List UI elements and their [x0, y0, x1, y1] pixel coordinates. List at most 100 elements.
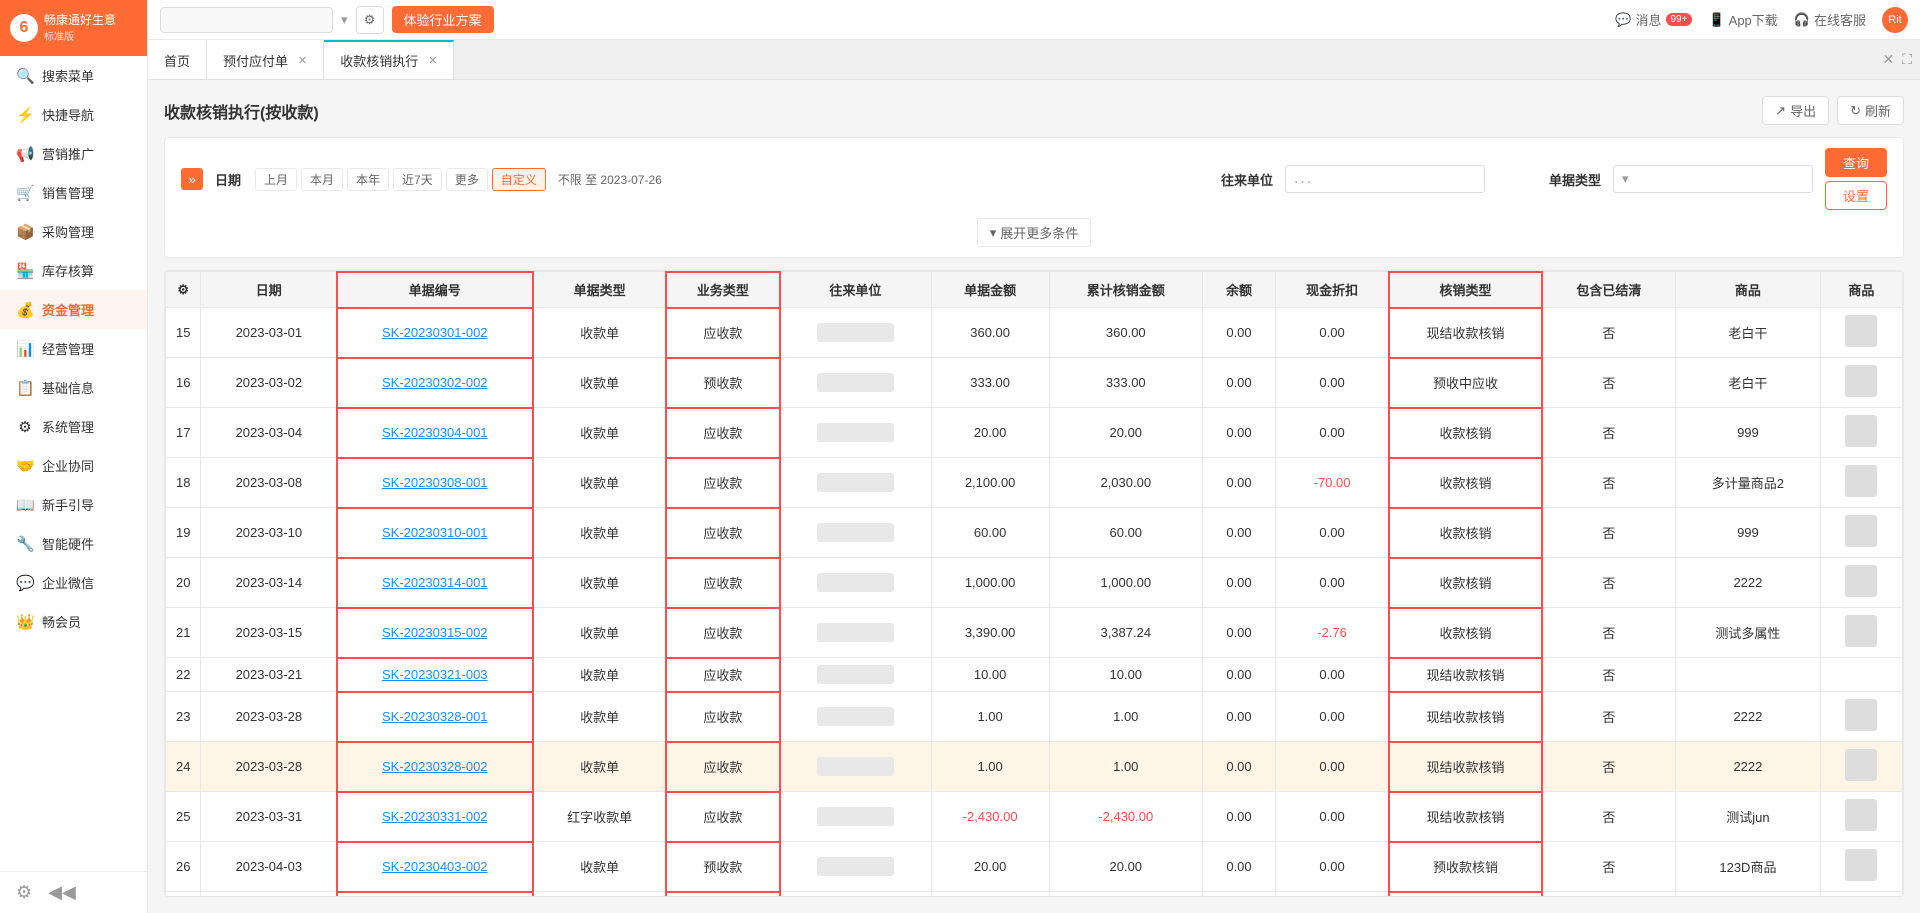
sidebar-item-14[interactable]: 👑畅会员 [0, 602, 147, 641]
product-thumbnail [1845, 615, 1877, 647]
cell-included: 否 [1542, 608, 1675, 658]
cell-biz-type: 应收款 [666, 308, 779, 358]
cell-amount: 10.00 [931, 658, 1049, 692]
sidebar-icon-1: ⚡ [16, 106, 34, 124]
bill-no-link[interactable]: SK-20230331-002 [382, 809, 488, 824]
settings-button[interactable]: 设置 [1825, 181, 1887, 210]
cell-bill-type: 收款单 [533, 658, 666, 692]
cell-balance: 0.00 [1203, 692, 1276, 742]
cell-included: 否 [1542, 508, 1675, 558]
headset-icon: 🎧 [1794, 12, 1810, 28]
cell-amount: 20.00 [931, 842, 1049, 892]
cell-product: 老白干 [1676, 358, 1821, 408]
date-btn-custom[interactable]: 自定义 [492, 168, 546, 191]
sidebar-item-12[interactable]: 🔧智能硬件 [0, 524, 147, 563]
sidebar-item-6[interactable]: 💰资金管理 [0, 290, 147, 329]
bill-no-link[interactable]: SK-20230302-002 [382, 375, 488, 390]
user-avatar[interactable]: Rit [1882, 7, 1908, 33]
tab-collection[interactable]: 收款核销执行 ✕ [324, 40, 454, 79]
settings-icon[interactable]: ⚙ [16, 882, 32, 903]
product-thumbnail [1845, 415, 1877, 447]
cell-bill-type: 收款单 [533, 558, 666, 608]
sidebar-item-8[interactable]: 📋基础信息 [0, 368, 147, 407]
tab-prepayment-close[interactable]: ✕ [298, 54, 307, 67]
bill-no-link[interactable]: SK-20230321-003 [382, 667, 488, 682]
cell-bill-no: SK-20230304-001 [337, 408, 533, 458]
tab-close-all[interactable]: ✕ [1882, 51, 1894, 68]
sidebar-item-4[interactable]: 📦采购管理 [0, 212, 147, 251]
date-btn-7days[interactable]: 近7天 [393, 168, 442, 191]
date-label: 日期 [215, 170, 243, 189]
collapse-icon[interactable]: ◀◀ [48, 882, 76, 903]
sidebar-item-0[interactable]: 🔍搜索菜单 [0, 56, 147, 95]
query-button[interactable]: 查询 [1825, 148, 1887, 177]
cell-bill-no: SK-20230321-003 [337, 658, 533, 692]
expand-more-btn[interactable]: ▾ 展开更多条件 [977, 218, 1092, 247]
cell-partner: ████ [780, 742, 932, 792]
gear-button[interactable]: ⚙ [356, 6, 384, 34]
bill-no-link[interactable]: SK-20230310-001 [382, 525, 488, 540]
export-button[interactable]: ↗ 导出 [1762, 96, 1829, 125]
partner-select[interactable]: ... [1285, 165, 1485, 193]
date-btn-this-year[interactable]: 本年 [347, 168, 389, 191]
sidebar-item-7[interactable]: 📊经营管理 [0, 329, 147, 368]
sidebar-item-1[interactable]: ⚡快捷导航 [0, 95, 147, 134]
bill-no-link[interactable]: SK-20230314-001 [382, 575, 488, 590]
bill-no-link[interactable]: SK-20230328-002 [382, 759, 488, 774]
message-icon: 💬 [1615, 12, 1631, 28]
sidebar-logo: 6 畅康通好生意 标准版 [0, 0, 147, 56]
cell-product: 测试jun [1676, 792, 1821, 842]
bill-type-select[interactable]: ▾ [1613, 165, 1813, 193]
industry-btn[interactable]: 体验行业方案 [392, 6, 494, 33]
filter-toggle-btn[interactable]: » [181, 168, 203, 190]
online-service-item[interactable]: 🎧 在线客服 [1794, 10, 1866, 29]
sidebar-label-12: 智能硬件 [42, 534, 94, 553]
bill-no-link[interactable]: SK-20230403-002 [382, 859, 488, 874]
bill-no-link[interactable]: SK-20230315-002 [382, 625, 488, 640]
cell-product [1676, 658, 1821, 692]
messages-item[interactable]: 💬 消息 99+ [1615, 10, 1692, 29]
table-row: 18 2023-03-08 SK-20230308-001 收款单 应收款 ██… [166, 458, 1903, 508]
sidebar-item-10[interactable]: 🤝企业协同 [0, 446, 147, 485]
sidebar-item-2[interactable]: 📢营销推广 [0, 134, 147, 173]
cell-balance: 0.00 [1203, 558, 1276, 608]
breadcrumb-input[interactable] [160, 7, 333, 33]
cell-bill-type: 收款单 [533, 508, 666, 558]
cell-balance: 0.00 [1203, 308, 1276, 358]
sidebar-item-5[interactable]: 🏪库存核算 [0, 251, 147, 290]
bill-no-link[interactable]: SK-20230304-001 [382, 425, 488, 440]
bill-no-link[interactable]: SK-20230301-002 [382, 325, 488, 340]
tab-expand[interactable]: ⛶ [1902, 51, 1912, 68]
sidebar-item-9[interactable]: ⚙系统管理 [0, 407, 147, 446]
sidebar-item-13[interactable]: 💬企业微信 [0, 563, 147, 602]
app-download-item[interactable]: 📱 App下载 [1708, 10, 1777, 29]
refresh-button[interactable]: ↻ 刷新 [1837, 96, 1904, 125]
tab-prepayment[interactable]: 预付应付单 ✕ [207, 40, 324, 79]
tab-collection-close[interactable]: ✕ [428, 54, 437, 67]
sidebar-item-11[interactable]: 📖新手引导 [0, 485, 147, 524]
cell-product-img [1820, 458, 1902, 508]
sidebar-label-2: 营销推广 [42, 144, 94, 163]
cell-bill-type: 收款单 [533, 608, 666, 658]
tab-home[interactable]: 首页 [148, 40, 207, 79]
cell-verified: 2,030.00 [1049, 458, 1203, 508]
date-buttons: 上月 本月 本年 近7天 更多 自定义 [255, 168, 546, 191]
col-settings[interactable]: ⚙ [166, 272, 201, 308]
cell-product: 2222 [1676, 558, 1821, 608]
date-btn-more[interactable]: 更多 [446, 168, 488, 191]
bill-no-link[interactable]: SK-20230328-001 [382, 709, 488, 724]
product-thumbnail [1845, 799, 1877, 831]
cell-biz-type: 预收款 [666, 358, 779, 408]
cell-biz-type: 应收款 [666, 458, 779, 508]
cell-bill-no: SK-20230408-001 [337, 892, 533, 898]
date-btn-last-month[interactable]: 上月 [255, 168, 297, 191]
bill-no-link[interactable]: SK-20230308-001 [382, 475, 488, 490]
cell-verified: 60.00 [1049, 508, 1203, 558]
col-product-img: 商品 [1820, 272, 1902, 308]
cell-verified: 10.00 [1049, 658, 1203, 692]
cell-product: 老白干 [1676, 308, 1821, 358]
cell-date: 2023-04-08 [201, 892, 337, 898]
date-btn-this-month[interactable]: 本月 [301, 168, 343, 191]
sidebar-item-3[interactable]: 🛒销售管理 [0, 173, 147, 212]
product-thumbnail [1845, 465, 1877, 497]
